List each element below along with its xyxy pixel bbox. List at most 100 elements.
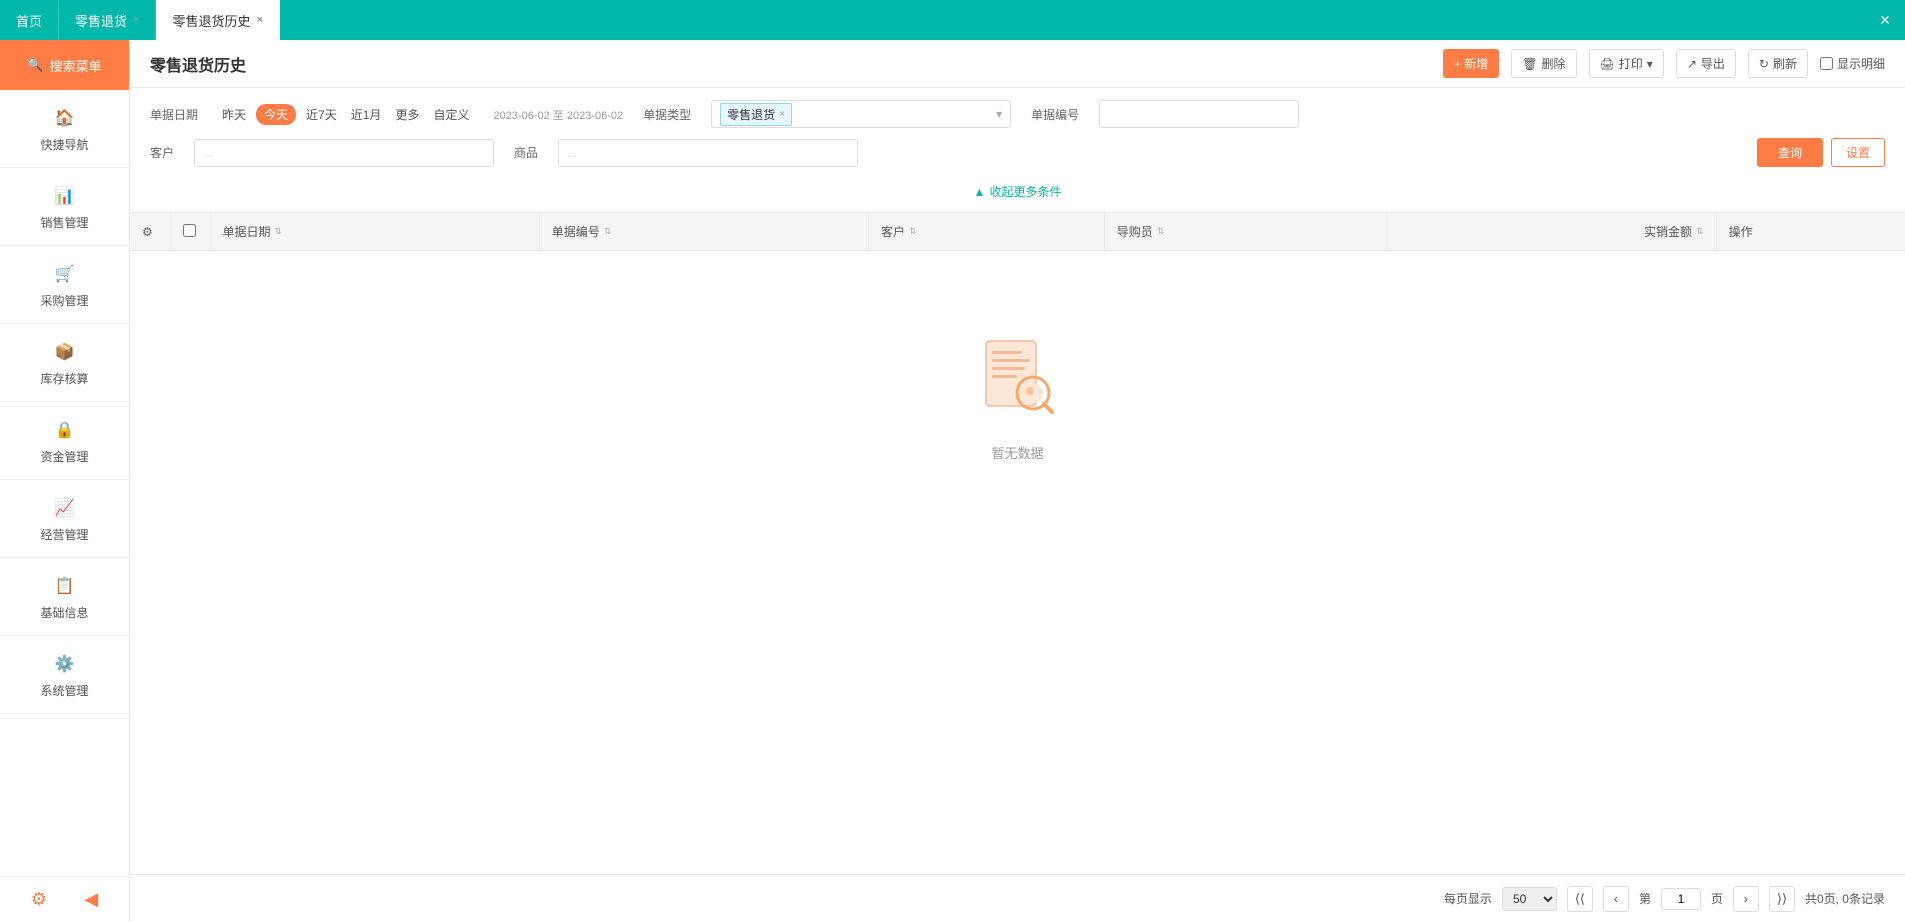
purchase-mgmt-icon: 🛒 xyxy=(51,260,79,288)
date-btn-yesterday[interactable]: 昨天 xyxy=(218,104,250,125)
sidebar-item-operations[interactable]: 📈 经营管理 xyxy=(0,480,129,558)
th-guide-label: 导购员 xyxy=(1117,223,1153,240)
page-header: 零售退货历史 + 新增 🗑 删除 🖨 打印 ▾ ↗ 导出 ↻ 刷新 显示明细 xyxy=(130,40,1905,88)
tab-retail-return-history-close[interactable]: × xyxy=(256,14,262,26)
sidebar-item-sales-mgmt-label: 销售管理 xyxy=(40,214,88,231)
quick-nav-icon: 🏠 xyxy=(51,104,79,132)
th-guide[interactable]: 导购员 ⇅ xyxy=(1104,213,1387,251)
th-amount[interactable]: 实销金额 ⇅ xyxy=(1387,213,1716,251)
new-button[interactable]: + 新增 xyxy=(1443,49,1499,78)
display-detail-label: 显示明细 xyxy=(1837,55,1885,72)
date-btn-today[interactable]: 今天 xyxy=(256,104,296,125)
doc-type-tag-remove[interactable]: × xyxy=(779,109,785,120)
sidebar-search[interactable]: 🔍 搜索菜单 xyxy=(0,40,129,90)
sidebar-item-base-info[interactable]: 📋 基础信息 xyxy=(0,558,129,636)
topbar-spacer xyxy=(280,0,1865,40)
customer-sort-icon: ⇅ xyxy=(909,226,917,237)
sidebar: 🔍 搜索菜单 🏠 快捷导航 📊 销售管理 🛒 采购管理 📦 库存核算 🔒 资金管… xyxy=(0,40,130,922)
th-gear[interactable]: ⚙ xyxy=(130,213,170,251)
empty-row: 暂无数据 xyxy=(130,251,1905,543)
page-number-input[interactable] xyxy=(1661,888,1701,910)
select-all-checkbox[interactable] xyxy=(183,224,196,237)
th-customer[interactable]: 客户 ⇅ xyxy=(869,213,1105,251)
date-btn-1month[interactable]: 近1月 xyxy=(347,104,386,125)
query-button[interactable]: 查询 xyxy=(1757,138,1823,167)
doc-type-dropdown-icon: ▾ xyxy=(996,107,1002,121)
collapse-button[interactable]: ▲ 收起更多条件 xyxy=(974,183,1062,200)
refresh-button[interactable]: ↻ 刷新 xyxy=(1748,49,1808,78)
doc-type-select[interactable]: 零售退货 × ▾ xyxy=(711,100,1011,128)
th-action: 操作 xyxy=(1716,213,1905,251)
th-checkbox[interactable] xyxy=(170,213,210,251)
display-detail-toggle[interactable]: 显示明细 xyxy=(1820,55,1885,72)
per-page-select[interactable]: 50 10 20 100 xyxy=(1502,887,1557,911)
export-icon: ↗ xyxy=(1687,57,1697,71)
top-tab-bar: 首页 零售退货 × 零售退货历史 × × xyxy=(0,0,1905,40)
table-container: ⚙ 单据日期 ⇅ 单据编号 xyxy=(130,213,1905,874)
doc-type-tag: 零售退货 × xyxy=(720,103,792,126)
date-filter-label: 单据日期 xyxy=(150,106,198,123)
delete-icon: 🗑 xyxy=(1522,57,1537,71)
gear-icon[interactable]: ⚙ xyxy=(142,225,153,239)
print-button[interactable]: 🖨 打印 ▾ xyxy=(1589,49,1664,78)
pagination-bar: 每页显示 50 10 20 100 ⟨⟨ ‹ 第 页 › ⟩⟩ 共0页, 0条记… xyxy=(130,874,1905,922)
tab-retail-return-history[interactable]: 零售退货历史 × xyxy=(156,0,279,40)
date-btn-custom[interactable]: 自定义 xyxy=(429,104,473,125)
display-detail-checkbox[interactable] xyxy=(1820,57,1833,70)
date-range-display: 2023-06-02 至 2023-06-02 xyxy=(493,107,623,123)
tab-home[interactable]: 首页 xyxy=(0,0,59,40)
doc-no-sort-icon: ⇅ xyxy=(604,226,612,237)
sales-mgmt-icon: 📊 xyxy=(51,182,79,210)
goods-filter-label: 商品 xyxy=(514,144,538,161)
page-first-button[interactable]: ⟨⟨ xyxy=(1567,886,1593,912)
sidebar-item-sys-mgmt-label: 系统管理 xyxy=(40,682,88,699)
settings-button[interactable]: 设置 xyxy=(1831,138,1885,167)
page-label: 第 xyxy=(1639,890,1651,907)
sidebar-item-purchase-mgmt[interactable]: 🛒 采购管理 xyxy=(0,246,129,324)
sidebar-item-quick-nav[interactable]: 🏠 快捷导航 xyxy=(0,90,129,168)
date-btn-7days[interactable]: 近7天 xyxy=(302,104,341,125)
customer-input[interactable]: ... xyxy=(194,139,494,167)
doc-number-input[interactable] xyxy=(1099,100,1299,128)
sidebar-item-inventory-label: 库存核算 xyxy=(40,370,88,387)
date-btn-more[interactable]: 更多 xyxy=(391,104,423,125)
page-prev-button[interactable]: ‹ xyxy=(1603,886,1629,912)
tab-retail-return-label: 零售退货 xyxy=(75,11,127,30)
th-customer-label: 客户 xyxy=(881,223,905,240)
sidebar-item-base-info-label: 基础信息 xyxy=(40,604,88,621)
th-doc-date[interactable]: 单据日期 ⇅ xyxy=(210,213,539,251)
tab-retail-return-history-label: 零售退货历史 xyxy=(172,11,250,30)
goods-input[interactable]: ... xyxy=(558,139,858,167)
tab-retail-return[interactable]: 零售退货 × xyxy=(59,0,156,40)
date-group: 昨天 今天 近7天 近1月 更多 自定义 xyxy=(218,104,473,125)
empty-label: 暂无数据 xyxy=(991,443,1043,462)
filter-area: 单据日期 昨天 今天 近7天 近1月 更多 自定义 2023-06-02 至 2… xyxy=(130,88,1905,213)
guide-sort-icon: ⇅ xyxy=(1157,226,1165,237)
sidebar-item-finance[interactable]: 🔒 资金管理 xyxy=(0,402,129,480)
settings-gear-icon[interactable]: ⚙ xyxy=(31,889,47,910)
th-doc-no-label: 单据编号 xyxy=(552,223,600,240)
export-button[interactable]: ↗ 导出 xyxy=(1676,49,1736,78)
th-action-label: 操作 xyxy=(1729,225,1753,239)
page-last-button[interactable]: ⟩⟩ xyxy=(1769,886,1795,912)
collapse-sidebar-icon[interactable]: ◀ xyxy=(84,889,98,910)
print-label: 打印 xyxy=(1619,55,1643,72)
window-close-button[interactable]: × xyxy=(1865,0,1905,40)
delete-label: 删除 xyxy=(1542,55,1566,72)
total-label: 共0页, 0条记录 xyxy=(1805,890,1885,907)
delete-button[interactable]: 🗑 删除 xyxy=(1511,49,1576,78)
sys-mgmt-icon: ⚙️ xyxy=(51,650,79,678)
content-area: 零售退货历史 + 新增 🗑 删除 🖨 打印 ▾ ↗ 导出 ↻ 刷新 显示明细 xyxy=(130,40,1905,922)
sidebar-item-sales-mgmt[interactable]: 📊 销售管理 xyxy=(0,168,129,246)
export-label: 导出 xyxy=(1701,55,1725,72)
tab-retail-return-close[interactable]: × xyxy=(133,14,139,26)
filter-row-1: 单据日期 昨天 今天 近7天 近1月 更多 自定义 2023-06-02 至 2… xyxy=(150,100,1885,128)
sidebar-item-inventory[interactable]: 📦 库存核算 xyxy=(0,324,129,402)
inventory-icon: 📦 xyxy=(51,338,79,366)
per-page-label: 每页显示 xyxy=(1444,890,1492,907)
page-next-button[interactable]: › xyxy=(1733,886,1759,912)
amount-sort-icon: ⇅ xyxy=(1696,226,1704,237)
th-doc-no[interactable]: 单据编号 ⇅ xyxy=(539,213,868,251)
doc-number-label: 单据编号 xyxy=(1031,106,1079,123)
sidebar-item-sys-mgmt[interactable]: ⚙️ 系统管理 xyxy=(0,636,129,714)
